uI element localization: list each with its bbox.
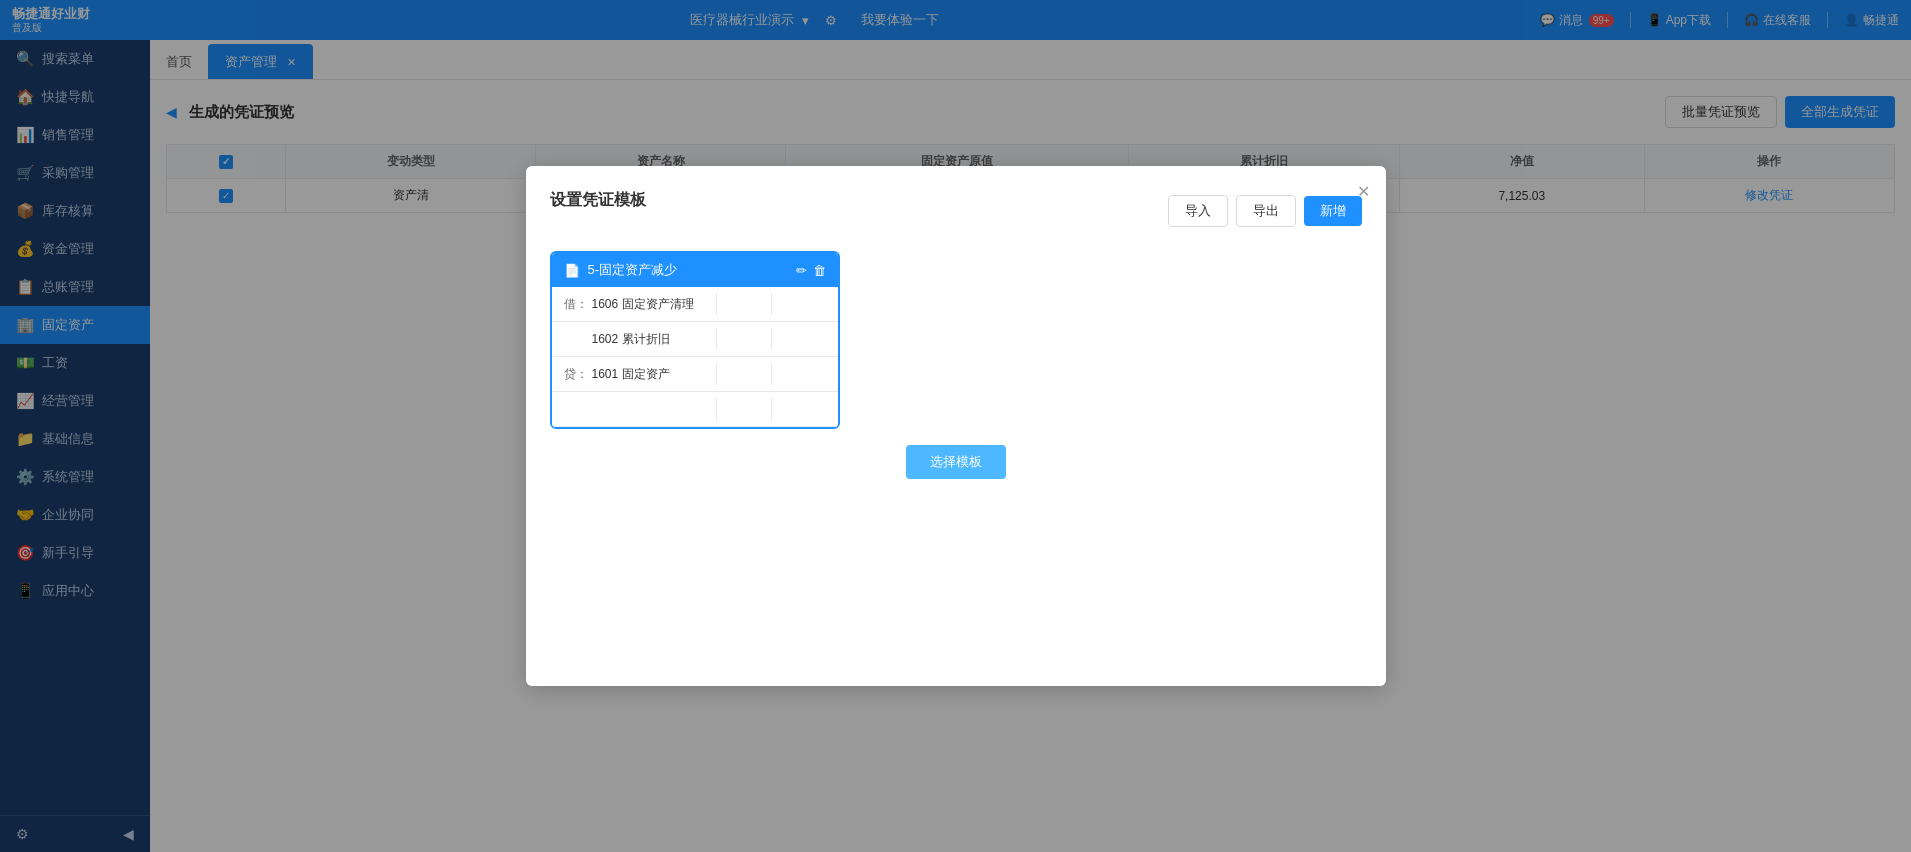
modal: 设置凭证模板 导入 导出 新增 ✕ [526, 166, 1386, 686]
template-card: 📄 5-固定资产减少 ✏ 🗑 [550, 251, 840, 429]
main-area: 🔍 搜索菜单 🏠 快捷导航 📊 销售管理 🛒 采购管理 📦 库存核 [0, 40, 1911, 852]
content-area: 首页 资产管理 ✕ ◀ 生成的凭证预览 [150, 40, 1911, 852]
entry-account-3: 固定资产 [622, 366, 715, 383]
template-entry-2: 1602 累计折旧 [552, 322, 838, 357]
import-button[interactable]: 导入 [1168, 195, 1228, 227]
template-edit-icon[interactable]: ✏ [796, 263, 807, 278]
template-card-header: 📄 5-固定资产减少 ✏ 🗑 [552, 253, 838, 287]
new-template-button[interactable]: 新增 [1304, 196, 1362, 226]
entry-account-1: 固定资产清理 [622, 296, 715, 313]
app-wrapper: 畅捷通好业财 普及版 医疗器械行业演示 ▾ ⚙ 我要体验一下 💬 消息 99+ … [0, 0, 1911, 852]
modal-close-button[interactable]: ✕ [1357, 182, 1370, 201]
select-template-button[interactable]: 选择模板 [906, 445, 1006, 479]
entry-direction-3: 贷： [564, 366, 592, 383]
entry-code-1: 1606 [592, 297, 619, 311]
template-name: 5-固定资产减少 [588, 261, 678, 279]
template-header-left: 📄 5-固定资产减少 [564, 261, 678, 279]
entry-direction-1: 借： [564, 296, 592, 313]
template-entry-3: 贷： 1601 固定资产 [552, 357, 838, 392]
export-button[interactable]: 导出 [1236, 195, 1296, 227]
page-content: ◀ 生成的凭证预览 批量凭证预览 全部生成凭证 ✓ [150, 80, 1911, 852]
entry-account-2: 累计折旧 [622, 331, 715, 348]
template-entry-1: 借： 1606 固定资产清理 [552, 287, 838, 322]
template-entry-4 [552, 392, 838, 427]
entry-code-3: 1601 [592, 367, 619, 381]
modal-title: 设置凭证模板 [550, 190, 646, 211]
template-delete-icon[interactable]: 🗑 [813, 263, 826, 278]
template-card-body: 借： 1606 固定资产清理 [552, 287, 838, 427]
modal-overlay: 设置凭证模板 导入 导出 新增 ✕ [150, 80, 1911, 852]
template-header-right: ✏ 🗑 [796, 263, 826, 278]
entry-code-2: 1602 [592, 332, 619, 346]
template-doc-icon: 📄 [564, 263, 580, 278]
